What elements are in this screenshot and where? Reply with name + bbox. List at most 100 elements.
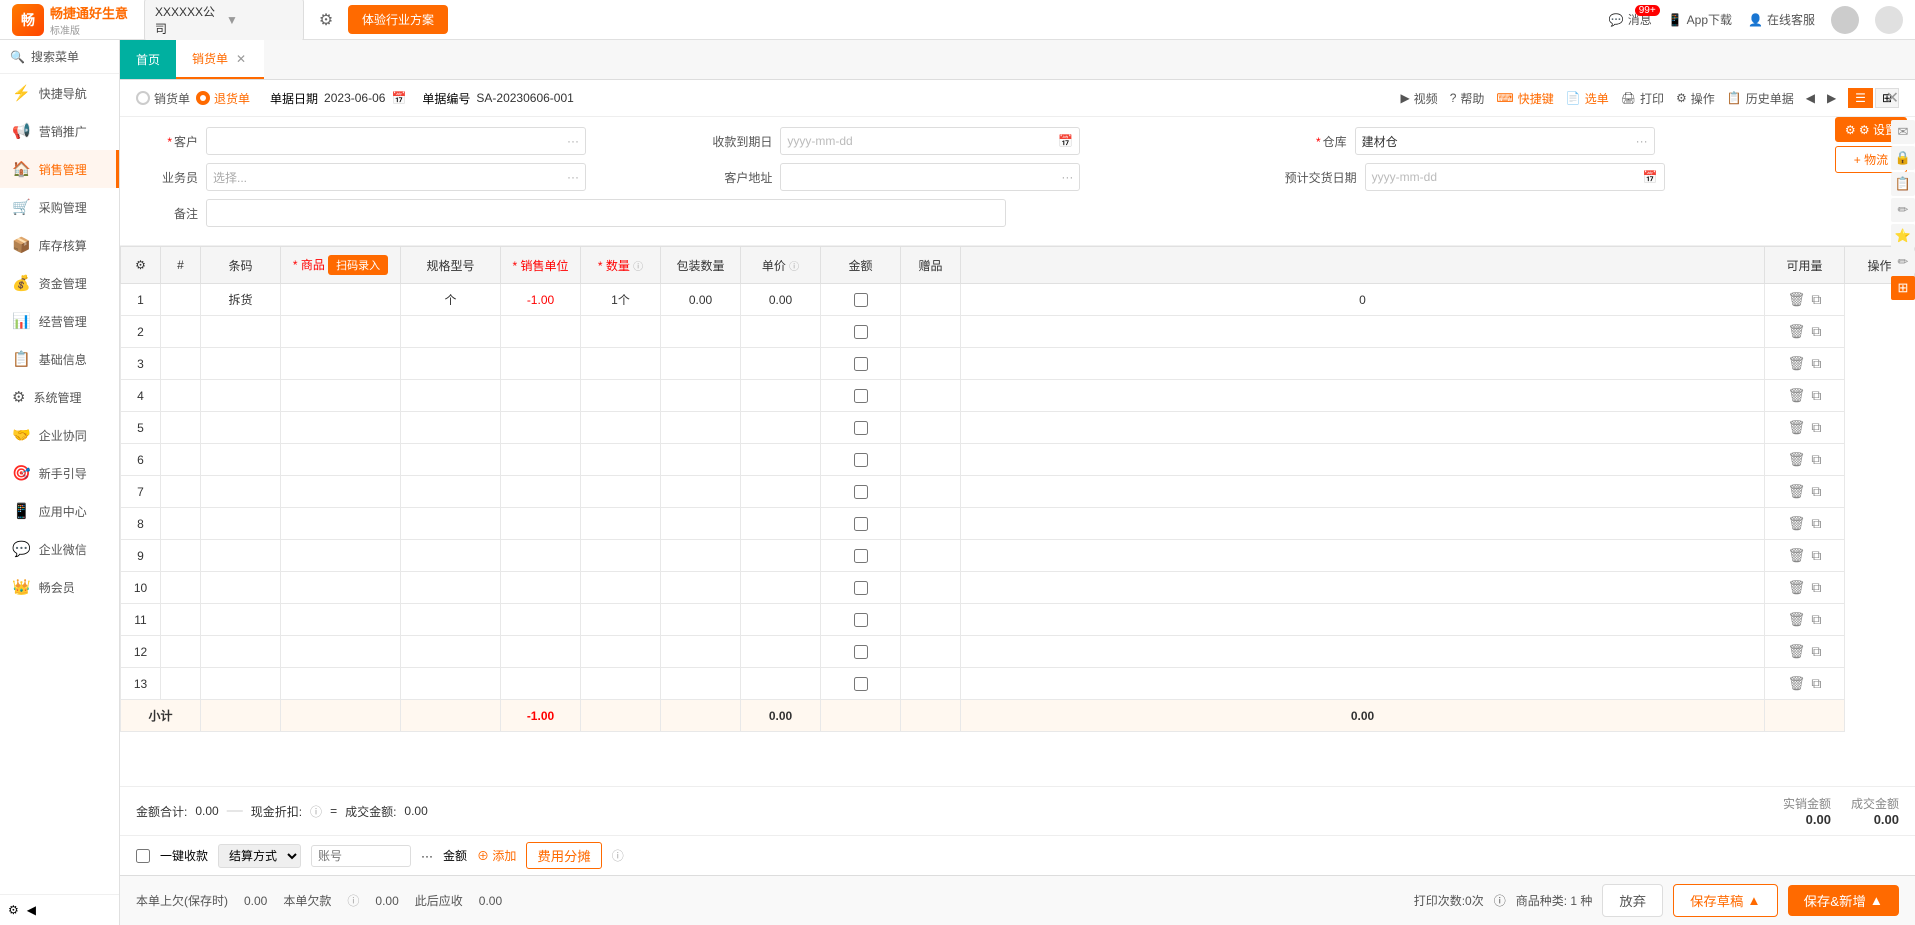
delete-icon-4[interactable]: 🗑	[1788, 387, 1806, 404]
sidebar-item-guide[interactable]: 🎯 新手引导	[0, 454, 119, 492]
row-1-spec[interactable]	[281, 284, 401, 316]
row-1-unit[interactable]: 个	[401, 284, 501, 316]
copy-icon-7[interactable]: ⧉	[1811, 483, 1821, 500]
gift-checkbox-4[interactable]	[854, 389, 868, 403]
copy-icon-9[interactable]: ⧉	[1811, 547, 1821, 564]
gift-checkbox-9[interactable]	[854, 549, 868, 563]
account-input[interactable]	[311, 845, 411, 867]
gift-checkbox-2[interactable]	[854, 325, 868, 339]
one-click-payment-checkbox[interactable]	[136, 849, 150, 863]
gift-checkbox-6[interactable]	[854, 453, 868, 467]
sidebar-collapse-icon[interactable]: ◀	[27, 903, 36, 917]
row-1-barcode[interactable]	[161, 284, 201, 316]
discard-button[interactable]: 放弃	[1602, 884, 1663, 917]
sidebar-item-inventory[interactable]: 📦 库存核算	[0, 226, 119, 264]
add-payment-btn[interactable]: ⊕ 添加	[477, 847, 516, 864]
delivery-date-input[interactable]: yyyy-mm-dd 📅	[1365, 163, 1665, 191]
sidebar-item-app-center[interactable]: 📱 应用中心	[0, 492, 119, 530]
customer-input[interactable]: ···	[206, 127, 586, 155]
th-settings[interactable]: ⚙	[121, 247, 161, 284]
delete-icon-3[interactable]: 🗑	[1788, 355, 1806, 372]
gift-checkbox-7[interactable]	[854, 485, 868, 499]
row-1-amount[interactable]: 0.00	[741, 284, 821, 316]
gift-checkbox-5[interactable]	[854, 421, 868, 435]
radio-return[interactable]: 退货单	[196, 90, 250, 107]
rp-icon-3[interactable]: 📋	[1891, 172, 1915, 196]
delete-icon-9[interactable]: 🗑	[1788, 547, 1806, 564]
settlement-method-select[interactable]: 结算方式	[218, 844, 301, 868]
sidebar-search[interactable]: 🔍 搜索菜单	[0, 40, 119, 74]
trial-button[interactable]: 体验行业方案	[348, 5, 448, 34]
sidebar-item-sales[interactable]: 🏠 销售管理	[0, 150, 119, 188]
next-doc-icon[interactable]: ▶	[1827, 91, 1836, 105]
rp-icon-2[interactable]: 🔒	[1891, 146, 1915, 170]
sidebar-item-vip[interactable]: 👑 畅会员	[0, 568, 119, 606]
select-btn[interactable]: 📄 选单	[1566, 90, 1609, 107]
close-tab-icon[interactable]: ✕	[234, 52, 248, 66]
message-btn[interactable]: 💬 消息 99+	[1609, 11, 1652, 28]
rp-icon-6[interactable]: ✏	[1891, 250, 1915, 274]
table-wrapper[interactable]: ⚙ # 条码 * 商品 扫码录入 规格型号 * 销售单位 * 数量 ⓘ 包装数量…	[120, 246, 1915, 786]
view-list-btn[interactable]: ☰	[1848, 88, 1873, 108]
row-1-product[interactable]: 拆货	[201, 284, 281, 316]
copy-icon-5[interactable]: ⧉	[1811, 419, 1821, 436]
radio-sales[interactable]: 销货单	[136, 90, 190, 107]
tab-home[interactable]: 首页	[120, 40, 176, 79]
copy-icon-6[interactable]: ⧉	[1811, 451, 1821, 468]
gift-checkbox-13[interactable]	[854, 677, 868, 691]
payment-due-input[interactable]: yyyy-mm-dd 📅	[780, 127, 1080, 155]
salesperson-input[interactable]: 选择... ···	[206, 163, 586, 191]
copy-icon-2[interactable]: ⧉	[1811, 323, 1821, 340]
print-btn[interactable]: 🖨 打印	[1621, 90, 1664, 107]
save-new-button[interactable]: 保存&新增 ▲	[1788, 885, 1899, 916]
copy-icon-11[interactable]: ⧉	[1811, 611, 1821, 628]
sidebar-item-marketing[interactable]: 📢 营销推广	[0, 112, 119, 150]
delete-icon-7[interactable]: 🗑	[1788, 483, 1806, 500]
row-1-price[interactable]: 0.00	[661, 284, 741, 316]
delete-icon-12[interactable]: 🗑	[1788, 643, 1806, 660]
copy-icon-13[interactable]: ⧉	[1811, 675, 1821, 692]
row-1-gift[interactable]	[821, 284, 901, 316]
rp-icon-5[interactable]: ⭐	[1891, 224, 1915, 248]
rp-icon-4[interactable]: ✏	[1891, 198, 1915, 222]
gift-checkbox-12[interactable]	[854, 645, 868, 659]
delete-icon-6[interactable]: 🗑	[1788, 451, 1806, 468]
shortcut-btn[interactable]: ⌨ 快捷键	[1496, 90, 1553, 107]
copy-icon-12[interactable]: ⧉	[1811, 643, 1821, 660]
gift-checkbox-3[interactable]	[854, 357, 868, 371]
sidebar-settings-icon[interactable]: ⚙	[8, 903, 19, 917]
gift-checkbox-1[interactable]	[854, 293, 868, 307]
warehouse-input[interactable]: 建材仓 ···	[1355, 127, 1655, 155]
row-1-qty[interactable]: -1.00	[501, 284, 581, 316]
sidebar-item-operations[interactable]: 📊 经营管理	[0, 302, 119, 340]
sidebar-item-system[interactable]: ⚙ 系统管理	[0, 378, 119, 416]
history-btn[interactable]: 📋 历史单据	[1727, 90, 1794, 107]
sidebar-item-quick-nav[interactable]: ⚡ 快捷导航	[0, 74, 119, 112]
copy-icon-3[interactable]: ⧉	[1811, 355, 1821, 372]
settings-icon[interactable]: ⚙	[312, 6, 340, 34]
save-draft-button[interactable]: 保存草稿 ▲	[1673, 884, 1778, 917]
delete-icon-1[interactable]: 🗑	[1788, 291, 1806, 308]
copy-icon-1[interactable]: ⧉	[1811, 291, 1821, 308]
fee-split-btn[interactable]: 费用分摊	[526, 842, 601, 869]
delete-icon-13[interactable]: 🗑	[1788, 675, 1806, 692]
prev-doc-icon[interactable]: ◀	[1806, 91, 1815, 105]
copy-icon-10[interactable]: ⧉	[1811, 579, 1821, 596]
delete-icon-11[interactable]: 🗑	[1788, 611, 1806, 628]
copy-icon-4[interactable]: ⧉	[1811, 387, 1821, 404]
gift-checkbox-10[interactable]	[854, 581, 868, 595]
sidebar-item-wechat[interactable]: 💬 企业微信	[0, 530, 119, 568]
rp-icon-1[interactable]: ✉	[1891, 120, 1915, 144]
scan-button[interactable]: 扫码录入	[328, 255, 388, 275]
calendar-icon[interactable]: 📅	[391, 91, 406, 105]
app-download-btn[interactable]: 📱 App下载	[1668, 11, 1732, 28]
sidebar-item-finance[interactable]: 💰 资金管理	[0, 264, 119, 302]
online-support-btn[interactable]: 👤 在线客服	[1748, 11, 1815, 28]
row-1-pkg-qty[interactable]: 1个	[581, 284, 661, 316]
tab-sales-order[interactable]: 销货单 ✕	[176, 40, 264, 79]
video-btn[interactable]: ▶ 视频	[1400, 90, 1437, 107]
close-window-icon[interactable]: ✕	[1886, 88, 1899, 108]
customer-address-input[interactable]: ···	[780, 163, 1080, 191]
remarks-input[interactable]	[206, 199, 1006, 227]
rp-icon-7[interactable]: ⊞	[1891, 276, 1915, 300]
